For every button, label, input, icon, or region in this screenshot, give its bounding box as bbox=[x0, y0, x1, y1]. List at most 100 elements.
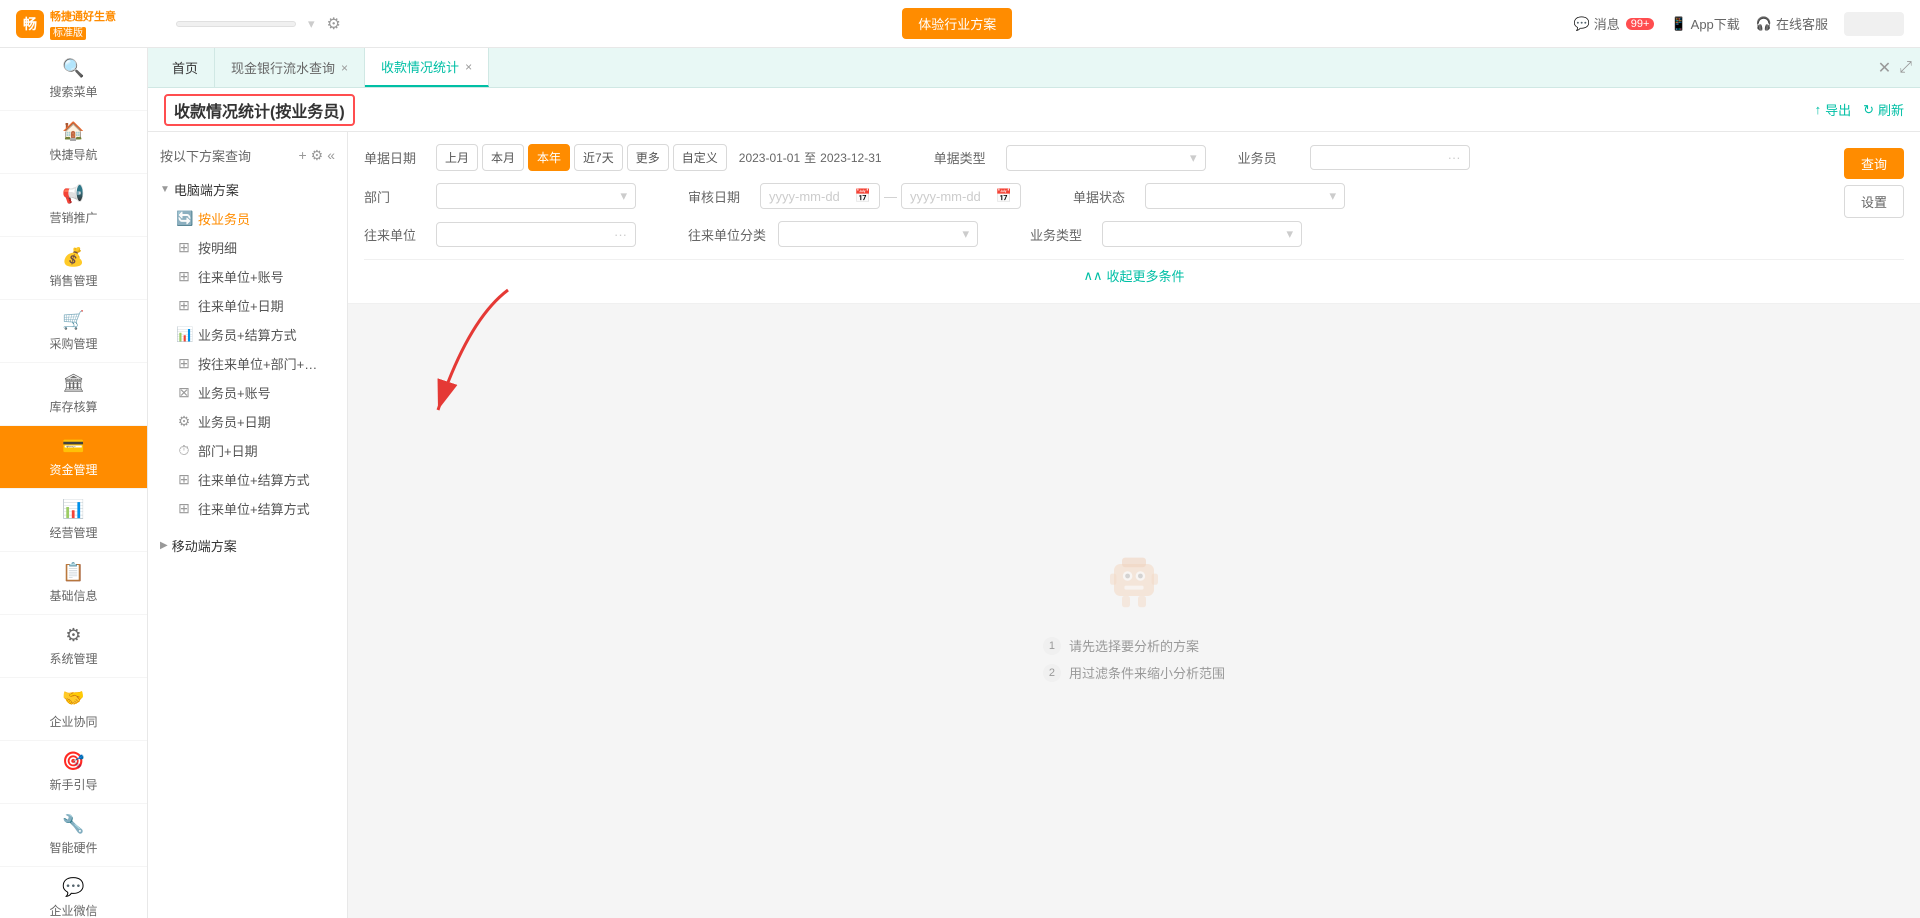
tree-desktop-arrow: ▼ bbox=[160, 184, 170, 195]
date-btn-custom[interactable]: 自定义 bbox=[673, 144, 727, 171]
date-to: 2023-12-31 bbox=[820, 151, 881, 165]
sidebar-item-purchase[interactable]: 🛒 采购管理 bbox=[0, 300, 147, 363]
top-bar: 畅 畅捷通好生意 标准版 ▾ ⚙ 体验行业方案 💬 消息 99+ 📱 App bbox=[0, 0, 1920, 48]
sidebar-item-quick-nav[interactable]: 🏠 快捷导航 bbox=[0, 111, 147, 174]
sidebar-item-hardware[interactable]: 🔧 智能硬件 bbox=[0, 804, 147, 867]
tab-home[interactable]: 首页 bbox=[156, 48, 215, 87]
approval-date-from[interactable]: yyyy-mm-dd 📅 bbox=[760, 183, 880, 209]
tree-item-counterpart-account[interactable]: ⊞ 往来单位+账号 bbox=[148, 262, 347, 291]
left-panel: 按以下方案查询 + ⚙ « ▼ 电脑端方案 bbox=[148, 132, 348, 918]
dept-dropdown[interactable]: ▾ bbox=[436, 183, 636, 209]
query-button[interactable]: 查询 bbox=[1844, 148, 1904, 179]
date-btn-this-month[interactable]: 本月 bbox=[482, 144, 524, 171]
sidebar-item-enterprise[interactable]: 🤝 企业协同 bbox=[0, 678, 147, 741]
tree-desktop-label: 电脑端方案 bbox=[174, 180, 239, 199]
tree-item-salesman-settle[interactable]: 📊 业务员+结算方式 bbox=[148, 320, 347, 349]
search-icon: 🔍 bbox=[62, 58, 84, 79]
sidebar-item-sales[interactable]: 💰 销售管理 bbox=[0, 237, 147, 300]
sidebar-item-wechat[interactable]: 💬 企业微信 bbox=[0, 867, 147, 918]
tab-bank-flow-close[interactable]: × bbox=[341, 61, 348, 75]
counterpart-settle1-icon: ⊞ bbox=[176, 471, 192, 488]
tree-mobile-section: ▶ 移动端方案 bbox=[148, 527, 347, 564]
sidebar-item-operations[interactable]: 📊 经营管理 bbox=[0, 489, 147, 552]
business-type-dropdown[interactable]: ▾ bbox=[1102, 221, 1302, 247]
tab-collection-stats[interactable]: 收款情况统计 × bbox=[365, 48, 489, 87]
doc-type-dropdown[interactable]: ▾ bbox=[1006, 145, 1206, 171]
date-btn-more[interactable]: 更多 bbox=[627, 144, 669, 171]
download-icon: 📱 bbox=[1670, 16, 1686, 32]
date-from: 2023-01-01 bbox=[739, 151, 800, 165]
approval-date-to[interactable]: yyyy-mm-dd 📅 bbox=[901, 183, 1021, 209]
tree-item-counterpart-settle2[interactable]: ⊞ 往来单位+结算方式 bbox=[148, 494, 347, 523]
refresh-btn[interactable]: ↻ 刷新 bbox=[1863, 100, 1904, 119]
panel-collapse-btn[interactable]: « bbox=[327, 147, 335, 164]
tree-item-dept-date[interactable]: ⏱ 部门+日期 bbox=[148, 436, 347, 465]
filter-area: 单据日期 上月 本月 本年 近7天 更多 自定义 2023-01-01 bbox=[348, 132, 1920, 304]
filter-row-dept: 部门 ▾ 审核日期 yyyy-mm-dd 📅 bbox=[364, 183, 1904, 209]
tab-bank-flow-label: 现金银行流水查询 bbox=[231, 58, 335, 77]
tab-bar-close-all[interactable]: ✕ bbox=[1878, 58, 1891, 78]
sidebar-item-inventory[interactable]: 🏛 库存核算 bbox=[0, 363, 147, 426]
scheme-settings-btn[interactable]: ⚙ bbox=[311, 147, 324, 164]
salesman-dropdown[interactable]: ··· bbox=[1310, 145, 1470, 170]
counterpart-more-icon: ··· bbox=[614, 227, 627, 242]
counterpart-dept-icon: ⊞ bbox=[176, 355, 192, 372]
collapse-more-btn[interactable]: ∧∧ 收起更多条件 bbox=[364, 259, 1904, 291]
marketing-icon: 📢 bbox=[62, 184, 84, 205]
sidebar-item-finance[interactable]: 💳 资金管理 bbox=[0, 426, 147, 489]
purchase-icon: 🛒 bbox=[62, 310, 84, 331]
tree-item-by-detail-label: 按明细 bbox=[198, 238, 237, 257]
tree-item-counterpart-settle1[interactable]: ⊞ 往来单位+结算方式 bbox=[148, 465, 347, 494]
tab-bar-expand[interactable]: ⤢ bbox=[1899, 59, 1912, 77]
sidebar-item-beginner[interactable]: 🎯 新手引导 bbox=[0, 741, 147, 804]
date-btn-last-month[interactable]: 上月 bbox=[436, 144, 478, 171]
salesman-account-icon: ⊠ bbox=[176, 384, 192, 401]
results-area: 1 请先选择要分析的方案 2 用过滤条件来缩小分析范围 bbox=[348, 304, 1920, 918]
enterprise-icon: 🤝 bbox=[62, 688, 84, 709]
tree-item-by-detail[interactable]: ⊞ 按明细 bbox=[148, 233, 347, 262]
top-settings-icon[interactable]: ⚙ bbox=[327, 14, 341, 34]
export-btn[interactable]: ↑ 导出 bbox=[1815, 100, 1852, 119]
sidebar-item-quick-nav-label: 快捷导航 bbox=[49, 146, 97, 163]
inventory-icon: 🏛 bbox=[62, 373, 85, 394]
sidebar-item-enterprise-label: 企业协同 bbox=[49, 713, 97, 730]
sidebar-item-basic-info[interactable]: 📋 基础信息 bbox=[0, 552, 147, 615]
step-2-num: 2 bbox=[1043, 664, 1061, 682]
add-scheme-btn[interactable]: + bbox=[298, 147, 306, 164]
breadcrumb-pill bbox=[176, 21, 296, 27]
settings-button[interactable]: 设置 bbox=[1844, 185, 1904, 218]
tree-mobile-header[interactable]: ▶ 移动端方案 bbox=[148, 531, 347, 560]
tree-mobile-arrow: ▶ bbox=[160, 540, 168, 551]
date-btn-this-year[interactable]: 本年 bbox=[528, 144, 570, 171]
tab-home-label: 首页 bbox=[172, 58, 198, 77]
tree-item-salesman-date[interactable]: ⚙ 业务员+日期 bbox=[148, 407, 347, 436]
sidebar-item-hardware-label: 智能硬件 bbox=[49, 839, 97, 856]
sidebar-item-search[interactable]: 🔍 搜索菜单 bbox=[0, 48, 147, 111]
tree-item-counterpart-account-label: 往来单位+账号 bbox=[198, 267, 284, 286]
online-service-btn[interactable]: 🎧 在线客服 bbox=[1756, 14, 1828, 33]
trial-button[interactable]: 体验行业方案 bbox=[902, 8, 1012, 39]
tab-bank-flow[interactable]: 现金银行流水查询 × bbox=[215, 48, 365, 87]
doc-status-chevron: ▾ bbox=[1329, 188, 1336, 204]
sidebar-item-system[interactable]: ⚙ 系统管理 bbox=[0, 615, 147, 678]
tree-item-by-salesman[interactable]: 🔄 按业务员 bbox=[148, 204, 347, 233]
tree-item-salesman-account[interactable]: ⊠ 业务员+账号 bbox=[148, 378, 347, 407]
sidebar-item-system-label: 系统管理 bbox=[49, 650, 97, 667]
business-type-chevron: ▾ bbox=[1286, 226, 1293, 242]
counterpart-type-dropdown[interactable]: ▾ bbox=[778, 221, 978, 247]
app-download-btn[interactable]: 📱 App下载 bbox=[1670, 14, 1739, 33]
approval-date-to-placeholder: yyyy-mm-dd bbox=[910, 189, 981, 204]
doc-status-dropdown[interactable]: ▾ bbox=[1145, 183, 1345, 209]
user-avatar-area[interactable] bbox=[1844, 12, 1904, 36]
counterpart-field[interactable]: ··· bbox=[436, 222, 636, 247]
tree-desktop-header[interactable]: ▼ 电脑端方案 bbox=[148, 175, 347, 204]
counterpart-account-icon: ⊞ bbox=[176, 268, 192, 285]
messages-btn[interactable]: 💬 消息 99+ bbox=[1574, 14, 1655, 33]
date-btn-last-7[interactable]: 近7天 bbox=[574, 144, 623, 171]
tree-item-counterpart-date[interactable]: ⊞ 往来单位+日期 bbox=[148, 291, 347, 320]
tree-item-counterpart-dept[interactable]: ⊞ 按往来单位+部门+收... bbox=[148, 349, 347, 378]
sidebar-item-marketing[interactable]: 📢 营销推广 bbox=[0, 174, 147, 237]
tab-collection-stats-close[interactable]: × bbox=[465, 60, 472, 74]
filter-row-date: 单据日期 上月 本月 本年 近7天 更多 自定义 2023-01-01 bbox=[364, 144, 1904, 171]
sidebar-item-purchase-label: 采购管理 bbox=[49, 335, 97, 352]
